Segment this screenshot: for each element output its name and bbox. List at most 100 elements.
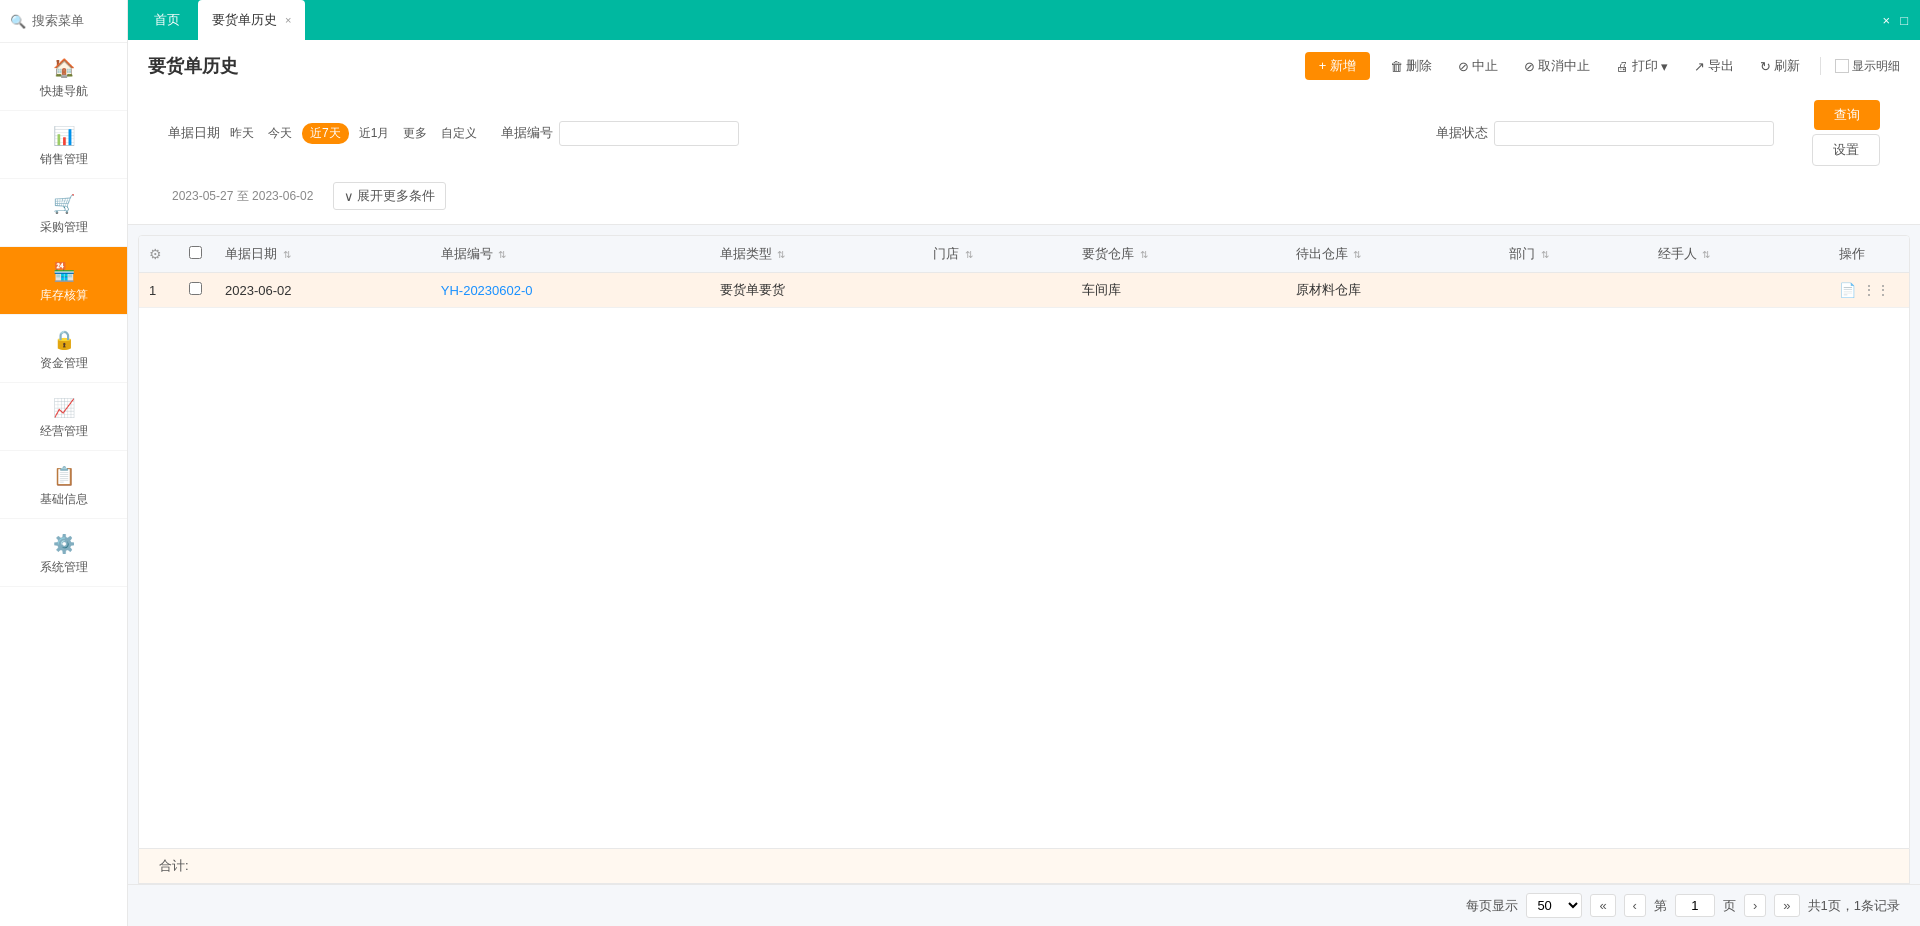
set-button[interactable]: 设置 (1812, 134, 1880, 166)
date-option-more[interactable]: 更多 (399, 123, 431, 144)
col-settings: ⚙ (139, 236, 179, 273)
table-container: ⚙ 单据日期 ⇅ 单据编号 ⇅ (138, 235, 1910, 849)
cell-doc-type: 要货单要货 (710, 273, 924, 308)
select-all-checkbox[interactable] (189, 246, 202, 259)
cell-checkbox (179, 273, 215, 308)
prev-page-button[interactable]: ‹ (1624, 894, 1646, 917)
sidebar-item-finance[interactable]: 🔒 资金管理 (0, 315, 127, 383)
print-button[interactable]: 🖨 打印 ▾ (1610, 53, 1674, 79)
export-button[interactable]: ↗ 导出 (1688, 53, 1740, 79)
table-settings-icon[interactable]: ⚙ (149, 246, 162, 262)
col-handler: 经手人 ⇅ (1648, 236, 1829, 273)
window-minimize-icon[interactable]: □ (1900, 13, 1908, 28)
filter-date-group: 单据日期 昨天 今天 近7天 近1月 更多 自定义 (168, 123, 481, 144)
col-store-label: 门店 (933, 246, 959, 261)
col-doc-no: 单据编号 ⇅ (431, 236, 710, 273)
sidebar-item-operation[interactable]: 📈 经营管理 (0, 383, 127, 451)
sidebar-search[interactable]: 🔍 搜索菜单 (0, 0, 127, 43)
next-page-button[interactable]: › (1744, 894, 1766, 917)
sidebar-search-label: 搜索菜单 (32, 12, 84, 30)
sidebar-item-inventory[interactable]: 🏪 库存核算 (0, 247, 127, 315)
cell-action: 📄 ⋮⋮ (1829, 273, 1909, 308)
cell-department (1499, 273, 1648, 308)
sidebar: 🔍 搜索菜单 🏠 快捷导航 📊 销售管理 🛒 采购管理 🏪 库存核算 🔒 资金管… (0, 0, 128, 926)
basic-icon: 📋 (53, 465, 75, 487)
sidebar-item-system[interactable]: ⚙️ 系统管理 (0, 519, 127, 587)
col-doc-type-label: 单据类型 (720, 246, 772, 261)
window-close-icon[interactable]: × (1883, 13, 1891, 28)
row-doc-no-link[interactable]: YH-20230602-0 (441, 283, 533, 298)
delete-icon: 🗑 (1390, 59, 1403, 74)
refresh-label: 刷新 (1774, 57, 1800, 75)
cancel-stop-icon: ⊘ (1524, 59, 1535, 74)
refresh-button[interactable]: ↻ 刷新 (1754, 53, 1806, 79)
system-icon: ⚙️ (53, 533, 75, 555)
row-index: 1 (149, 283, 156, 298)
home-tab-label: 首页 (154, 11, 180, 29)
table-head: ⚙ 单据日期 ⇅ 单据编号 ⇅ (139, 236, 1909, 273)
tab-home[interactable]: 首页 (140, 0, 194, 40)
per-page-label: 每页显示 (1466, 897, 1518, 915)
date-option-custom[interactable]: 自定义 (437, 123, 481, 144)
delete-button[interactable]: 🗑 删除 (1384, 53, 1438, 79)
expand-label: 展开更多条件 (357, 187, 435, 205)
records-table: ⚙ 单据日期 ⇅ 单据编号 ⇅ (139, 236, 1909, 308)
home-icon: 🏠 (53, 57, 75, 79)
filter-status-group: 单据状态 (1436, 121, 1774, 146)
sidebar-item-basic[interactable]: 📋 基础信息 (0, 451, 127, 519)
topbar: 首页 要货单历史 × × □ (128, 0, 1920, 40)
col-pending-warehouse-label: 待出仓库 (1296, 246, 1348, 261)
show-detail-checkbox[interactable] (1835, 59, 1849, 73)
date-option-7days[interactable]: 近7天 (302, 123, 349, 144)
tab-close-icon[interactable]: × (285, 14, 291, 26)
sidebar-item-label: 库存核算 (40, 287, 88, 304)
action-icons: 📄 ⋮⋮ (1839, 282, 1899, 298)
last-page-button[interactable]: » (1774, 894, 1799, 917)
print-icon: 🖨 (1616, 59, 1629, 74)
show-detail-button[interactable]: 显示明细 (1835, 58, 1900, 75)
filter-docno-input[interactable] (559, 121, 739, 146)
filter-date-label: 单据日期 (168, 124, 220, 142)
sidebar-item-sales[interactable]: 📊 销售管理 (0, 111, 127, 179)
sidebar-item-label: 经营管理 (40, 423, 88, 440)
cancel-stop-button[interactable]: ⊘ 取消中止 (1518, 53, 1596, 79)
date-option-yesterday[interactable]: 昨天 (226, 123, 258, 144)
per-page-select[interactable]: 50 10 20 100 (1526, 893, 1582, 918)
delete-label: 删除 (1406, 57, 1432, 75)
col-doc-no-label: 单据编号 (441, 246, 493, 261)
stop-button[interactable]: ⊘ 中止 (1452, 53, 1504, 79)
col-handler-sort-icon: ⇅ (1702, 249, 1710, 260)
sidebar-item-label: 销售管理 (40, 151, 88, 168)
first-page-button[interactable]: « (1590, 894, 1615, 917)
date-option-1month[interactable]: 近1月 (355, 123, 394, 144)
footer-label: 合计: (159, 857, 189, 875)
cell-store (923, 273, 1072, 308)
export-label: 导出 (1708, 57, 1734, 75)
row-checkbox[interactable] (189, 282, 202, 295)
row-more-icon[interactable]: ⋮⋮ (1862, 282, 1890, 298)
cell-pending-warehouse: 原材料仓库 (1286, 273, 1500, 308)
page-content: 要货单历史 + 新增 🗑 删除 ⊘ 中止 ⊘ 取消中止 (128, 40, 1920, 926)
col-store-sort-icon: ⇅ (965, 249, 973, 260)
cell-doc-no: YH-20230602-0 (431, 273, 710, 308)
refresh-icon: ↻ (1760, 59, 1771, 74)
expand-filter-button[interactable]: ∨ 展开更多条件 (333, 182, 446, 210)
col-action: 操作 (1829, 236, 1909, 273)
col-department: 部门 ⇅ (1499, 236, 1648, 273)
sidebar-item-purchase[interactable]: 🛒 采购管理 (0, 179, 127, 247)
page-number-input[interactable] (1675, 894, 1715, 917)
query-button[interactable]: 查询 (1814, 100, 1880, 130)
col-action-label: 操作 (1839, 246, 1865, 261)
filter-status-select[interactable] (1494, 121, 1774, 146)
sidebar-item-label: 资金管理 (40, 355, 88, 372)
tab-active[interactable]: 要货单历史 × (198, 0, 305, 40)
pagination-bar: 每页显示 50 10 20 100 « ‹ 第 页 › » 共1页，1条记录 (128, 884, 1920, 926)
date-option-today[interactable]: 今天 (264, 123, 296, 144)
col-doc-type-sort-icon: ⇅ (777, 249, 785, 260)
total-info: 共1页，1条记录 (1808, 897, 1900, 915)
new-button[interactable]: + 新增 (1305, 52, 1370, 80)
sidebar-item-label: 采购管理 (40, 219, 88, 236)
row-edit-icon[interactable]: 📄 (1839, 282, 1856, 298)
sidebar-item-quick-nav[interactable]: 🏠 快捷导航 (0, 43, 127, 111)
col-req-warehouse-label: 要货仓库 (1082, 246, 1134, 261)
